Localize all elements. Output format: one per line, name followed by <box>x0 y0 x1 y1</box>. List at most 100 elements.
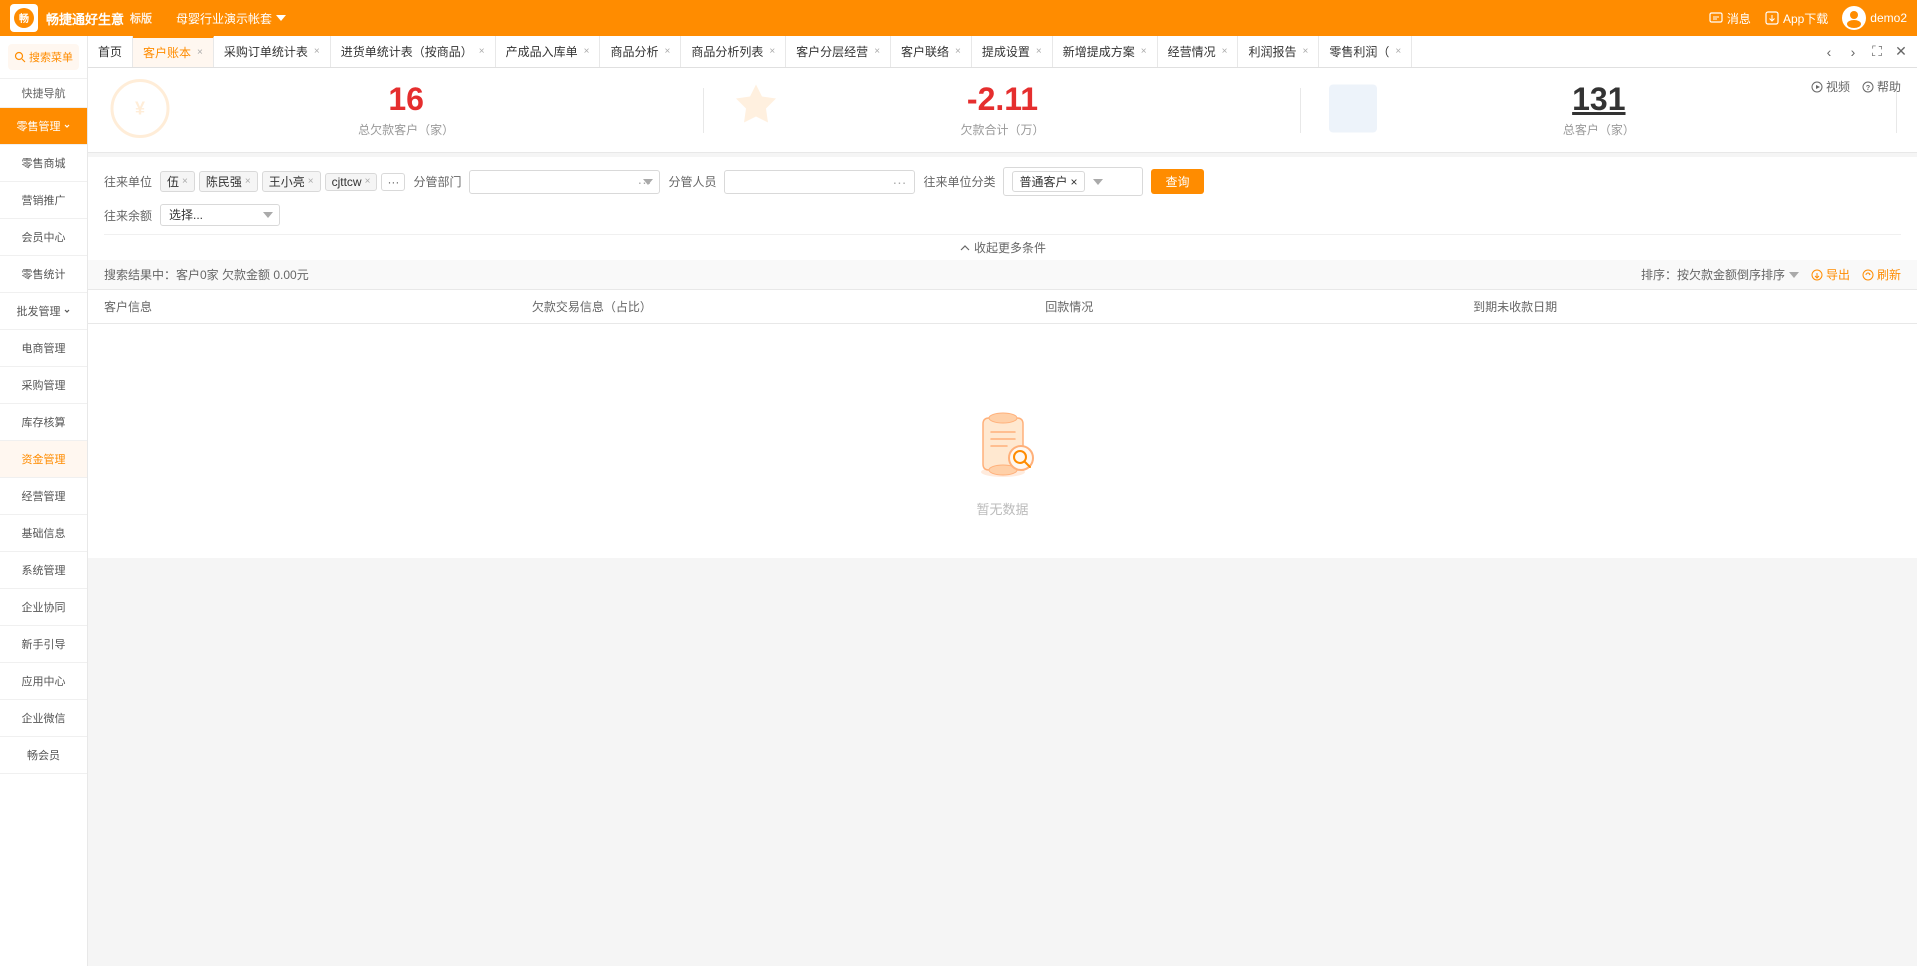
tab-close-product-analysis-list[interactable]: × <box>769 46 775 57</box>
sidebar-item-member-center[interactable]: 会员中心 <box>0 219 87 256</box>
filter-row-2: 往来余额 选择... <box>104 204 1901 226</box>
table-section: 客户信息 欠款交易信息（占比） 回款情况 到期未收款日期 <box>88 290 1917 558</box>
table-empty: 暂无数据 <box>88 324 1917 558</box>
tab-promotion-settings[interactable]: 提成设置 × <box>972 36 1053 68</box>
tab-maximize[interactable]: ⛶ <box>1867 42 1887 62</box>
tab-close-profit-report[interactable]: × <box>1302 46 1308 57</box>
tab-close-incoming-stats[interactable]: × <box>479 46 485 57</box>
sidebar-item-retail-mall[interactable]: 零售商城 <box>0 145 87 182</box>
unit-tag-0[interactable]: 伍 × <box>160 171 195 192</box>
tab-profit-report[interactable]: 利润报告 × <box>1238 36 1319 68</box>
category-select[interactable]: 普通客户 × <box>1003 167 1143 196</box>
category-tag-close[interactable]: × <box>1071 175 1078 189</box>
stat2-bg-icon <box>724 77 788 144</box>
sort-btn[interactable]: 排序：按欠款金额倒序排序 <box>1641 266 1799 283</box>
stat3-value: 131 <box>1301 82 1897 117</box>
unit-tag-1-close[interactable]: × <box>245 176 251 187</box>
unit-filter-tags: 伍 × 陈民强 × 王小亮 × <box>160 171 405 192</box>
sidebar-item-marketing[interactable]: 营销推广 <box>0 182 87 219</box>
logo-icon: 畅 <box>10 4 38 32</box>
dept-input[interactable]: ··· <box>469 170 660 194</box>
export-btn[interactable]: 导出 <box>1811 266 1850 283</box>
unit-tag-2[interactable]: 王小亮 × <box>262 171 321 192</box>
sidebar-item-finance[interactable]: 资金管理 <box>0 441 87 478</box>
person-input-field[interactable] <box>733 175 888 189</box>
search-menu-btn[interactable]: 搜索菜单 <box>8 44 79 70</box>
result-bar: 搜索结果中：客户0家 欠款金额 0.00元 排序：按欠款金额倒序排序 导出 <box>88 260 1917 290</box>
version-label: 标版 <box>130 10 152 26</box>
tab-close-product-inbound[interactable]: × <box>584 46 590 57</box>
sidebar-item-enterprise-wechat[interactable]: 企业微信 <box>0 700 87 737</box>
stat3-label: 总客户（家） <box>1301 121 1897 138</box>
tab-restore[interactable]: ✕ <box>1891 42 1911 62</box>
tab-close-customer-accounts[interactable]: × <box>197 47 203 58</box>
tab-close-customer-segment[interactable]: × <box>874 46 880 57</box>
tab-product-analysis-list[interactable]: 商品分析列表 × <box>681 36 786 68</box>
tab-home[interactable]: 首页 <box>88 36 133 68</box>
collapse-btn[interactable]: 收起更多条件 <box>104 234 1901 260</box>
sidebar-quick-nav[interactable]: 快捷导航 <box>0 79 87 108</box>
unit-tag-2-close[interactable]: × <box>308 176 314 187</box>
tab-scroll-right[interactable]: › <box>1843 42 1863 62</box>
empty-icon <box>963 404 1043 487</box>
tab-close-retail-profit[interactable]: × <box>1395 46 1401 57</box>
tab-close-product-analysis[interactable]: × <box>664 46 670 57</box>
tab-customer-segment[interactable]: 客户分层经营 × <box>786 36 891 68</box>
sidebar-item-inventory[interactable]: 库存核算 <box>0 404 87 441</box>
refresh-btn[interactable]: 刷新 <box>1862 266 1901 283</box>
tab-product-analysis[interactable]: 商品分析 × <box>600 36 681 68</box>
result-summary: 搜索结果中：客户0家 欠款金额 0.00元 <box>104 266 309 283</box>
tab-retail-profit[interactable]: 零售利润（ × <box>1319 36 1412 68</box>
avatar-icon <box>1842 6 1866 30</box>
sidebar-item-app-center[interactable]: 应用中心 <box>0 663 87 700</box>
tab-product-inbound[interactable]: 产成品入库单 × <box>496 36 601 68</box>
tab-customer-accounts[interactable]: 客户账本 × <box>133 36 214 68</box>
unit-tag-1[interactable]: 陈民强 × <box>199 171 258 192</box>
message-btn[interactable]: 消息 <box>1709 10 1751 27</box>
tab-incoming-stats[interactable]: 进货单统计表（按商品） × <box>331 36 496 68</box>
person-input[interactable]: ··· <box>724 170 915 194</box>
sidebar-item-operation[interactable]: 经营管理 <box>0 478 87 515</box>
sidebar-item-enterprise-coop[interactable]: 企业协同 <box>0 589 87 626</box>
tab-close-new-promotion[interactable]: × <box>1141 46 1147 57</box>
sidebar-item-vip[interactable]: 畅会员 <box>0 737 87 774</box>
stat-block-2: -2.11 欠款合计（万） <box>704 82 1300 138</box>
stat2-label: 欠款合计（万） <box>704 121 1300 138</box>
tab-customer-contact[interactable]: 客户联络 × <box>891 36 972 68</box>
tab-close-operation-status[interactable]: × <box>1222 46 1228 57</box>
table-col-repayment: 回款情况 <box>1045 298 1473 315</box>
sidebar-item-ecommerce[interactable]: 电商管理 <box>0 330 87 367</box>
unit-tag-more[interactable]: ··· <box>381 173 405 191</box>
top-bar-left: 畅 畅捷通好生意 标版 母婴行业演示帐套 <box>10 4 286 32</box>
help-btn[interactable]: ? 帮助 <box>1862 78 1901 95</box>
sidebar-item-batch-mgmt[interactable]: 批发管理 <box>0 293 87 330</box>
tab-new-promotion[interactable]: 新增提成方案 × <box>1053 36 1158 68</box>
balance-select[interactable]: 选择... <box>160 204 280 226</box>
dept-input-field[interactable] <box>478 175 633 189</box>
tab-close-promotion-settings[interactable]: × <box>1036 46 1042 57</box>
stat1-label: 总欠款客户（家） <box>108 121 704 138</box>
sidebar-item-system[interactable]: 系统管理 <box>0 552 87 589</box>
unit-tag-0-close[interactable]: × <box>182 176 188 187</box>
sidebar-item-retail-stats[interactable]: 零售统计 <box>0 256 87 293</box>
unit-tag-3[interactable]: cjttcw × <box>325 173 378 191</box>
sidebar-item-purchase[interactable]: 采购管理 <box>0 367 87 404</box>
top-bar: 畅 畅捷通好生意 标版 母婴行业演示帐套 消息 App下载 <box>0 0 1917 36</box>
user-avatar[interactable]: demo2 <box>1842 6 1907 30</box>
right-panel: 首页 客户账本 × 采购订单统计表 × 进货单统计表（按商品） × 产成品入库单… <box>88 36 1917 966</box>
query-btn[interactable]: 查询 <box>1151 169 1203 194</box>
tab-scroll-left[interactable]: ‹ <box>1819 42 1839 62</box>
unit-tag-3-close[interactable]: × <box>365 176 371 187</box>
person-expand-btn[interactable]: ··· <box>892 174 906 190</box>
tab-operation-status[interactable]: 经营情况 × <box>1158 36 1239 68</box>
sidebar-item-retail-mgmt[interactable]: 零售管理 <box>0 108 87 145</box>
sidebar-item-new-guide[interactable]: 新手引导 <box>0 626 87 663</box>
tab-close-purchase-orders[interactable]: × <box>314 46 320 57</box>
tab-purchase-orders[interactable]: 采购订单统计表 × <box>214 36 331 68</box>
company-selector[interactable]: 母婴行业演示帐套 <box>176 10 286 27</box>
video-btn[interactable]: 视频 <box>1811 78 1850 95</box>
app-download-btn[interactable]: App下载 <box>1765 10 1828 27</box>
tab-close-customer-contact[interactable]: × <box>955 46 961 57</box>
sidebar-item-basic-info[interactable]: 基础信息 <box>0 515 87 552</box>
category-tag[interactable]: 普通客户 × <box>1012 171 1084 192</box>
